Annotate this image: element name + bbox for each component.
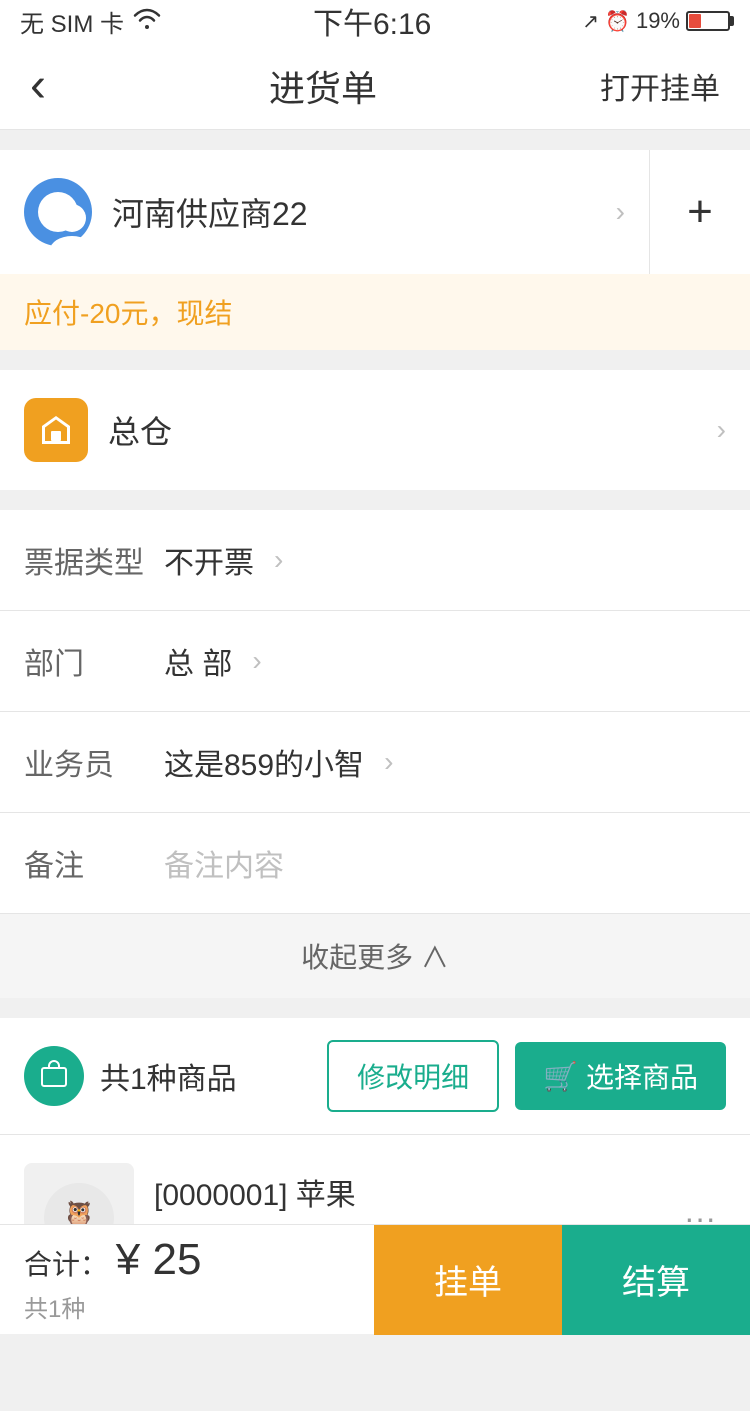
notice-bar: 应付-20元，现结 <box>0 274 750 350</box>
supplier-avatar <box>24 178 92 246</box>
chevron-invoice-icon: › <box>274 544 283 576</box>
warehouse-row[interactable]: 总仓 › <box>0 370 750 490</box>
department-value: 总 部 <box>164 639 232 683</box>
chevron-dept-icon: › <box>252 645 261 677</box>
salesperson-label: 业务员 <box>24 740 164 784</box>
footer-total-line: 合计： ¥ 25 <box>24 1235 350 1285</box>
product-cart-icon <box>24 1046 84 1106</box>
chevron-sales-icon: › <box>384 746 393 778</box>
select-product-button[interactable]: 🛒 选择商品 <box>515 1042 726 1110</box>
salesperson-value: 这是859的小智 <box>164 740 364 784</box>
remark-row[interactable]: 备注 备注内容 <box>0 813 750 913</box>
total-label: 合计： <box>24 1249 108 1280</box>
location-icon: ↗ <box>582 9 599 34</box>
total-amount: ¥ 25 <box>116 1235 202 1284</box>
gap-1 <box>0 130 750 150</box>
chevron-right-icon: › <box>616 196 625 228</box>
page-title: 进货单 <box>269 60 377 112</box>
warehouse-label: 总仓 <box>108 407 707 453</box>
edit-detail-button[interactable]: 修改明细 <box>327 1040 499 1112</box>
product-header: 共1种商品 修改明细 🛒 选择商品 <box>0 1018 750 1134</box>
status-bar: 无 SIM 卡 下午6:16 ↗ ⏰ 19% <box>0 0 750 42</box>
supplier-select[interactable]: 河南供应商22 › <box>0 150 650 274</box>
carrier-text: 无 SIM 卡 <box>20 4 124 39</box>
gap-4 <box>0 998 750 1018</box>
product-name: [0000001] 苹果 <box>154 1170 654 1214</box>
invoice-type-row[interactable]: 票据类型 不开票 › <box>0 510 750 610</box>
battery-percent: 19% <box>636 8 680 34</box>
footer: 合计： ¥ 25 共1种 挂单 结算 <box>0 1224 750 1334</box>
remark-label: 备注 <box>24 841 164 885</box>
back-button[interactable]: ‹ <box>30 58 46 113</box>
battery-icon <box>686 11 730 31</box>
open-pending-button[interactable]: 打开挂单 <box>600 64 720 108</box>
chevron-warehouse-icon: › <box>717 414 726 446</box>
collapse-bar[interactable]: 收起更多 ∧ <box>0 913 750 998</box>
salesperson-row[interactable]: 业务员 这是859的小智 › <box>0 712 750 812</box>
department-row[interactable]: 部门 总 部 › <box>0 611 750 711</box>
product-count-label: 共1种商品 <box>100 1054 311 1098</box>
total-count: 共1种 <box>24 1289 350 1324</box>
wifi-icon <box>132 7 162 35</box>
hold-button[interactable]: 挂单 <box>374 1225 562 1335</box>
select-product-label: 选择商品 <box>586 1056 698 1096</box>
add-supplier-button[interactable]: + <box>650 187 750 237</box>
status-right: ↗ ⏰ 19% <box>582 8 730 34</box>
warehouse-icon <box>24 398 88 462</box>
gap-2 <box>0 350 750 370</box>
remark-placeholder[interactable]: 备注内容 <box>164 841 726 885</box>
status-carrier: 无 SIM 卡 <box>20 4 162 39</box>
footer-total: 合计： ¥ 25 共1种 <box>0 1235 374 1324</box>
department-label: 部门 <box>24 639 164 683</box>
product-code: [0000001] <box>154 1179 296 1212</box>
gap-3 <box>0 490 750 510</box>
checkout-button[interactable]: 结算 <box>562 1225 750 1335</box>
nav-bar: ‹ 进货单 打开挂单 <box>0 42 750 130</box>
cart-icon: 🛒 <box>543 1060 578 1093</box>
status-time: 下午6:16 <box>313 0 431 43</box>
product-title: 苹果 <box>296 1179 356 1212</box>
alarm-icon: ⏰ <box>605 9 630 34</box>
invoice-type-label: 票据类型 <box>24 538 164 582</box>
supplier-section: 河南供应商22 › + <box>0 150 750 274</box>
supplier-name: 河南供应商22 <box>112 189 606 235</box>
avatar-inner <box>38 192 78 232</box>
invoice-type-value: 不开票 <box>164 538 254 582</box>
